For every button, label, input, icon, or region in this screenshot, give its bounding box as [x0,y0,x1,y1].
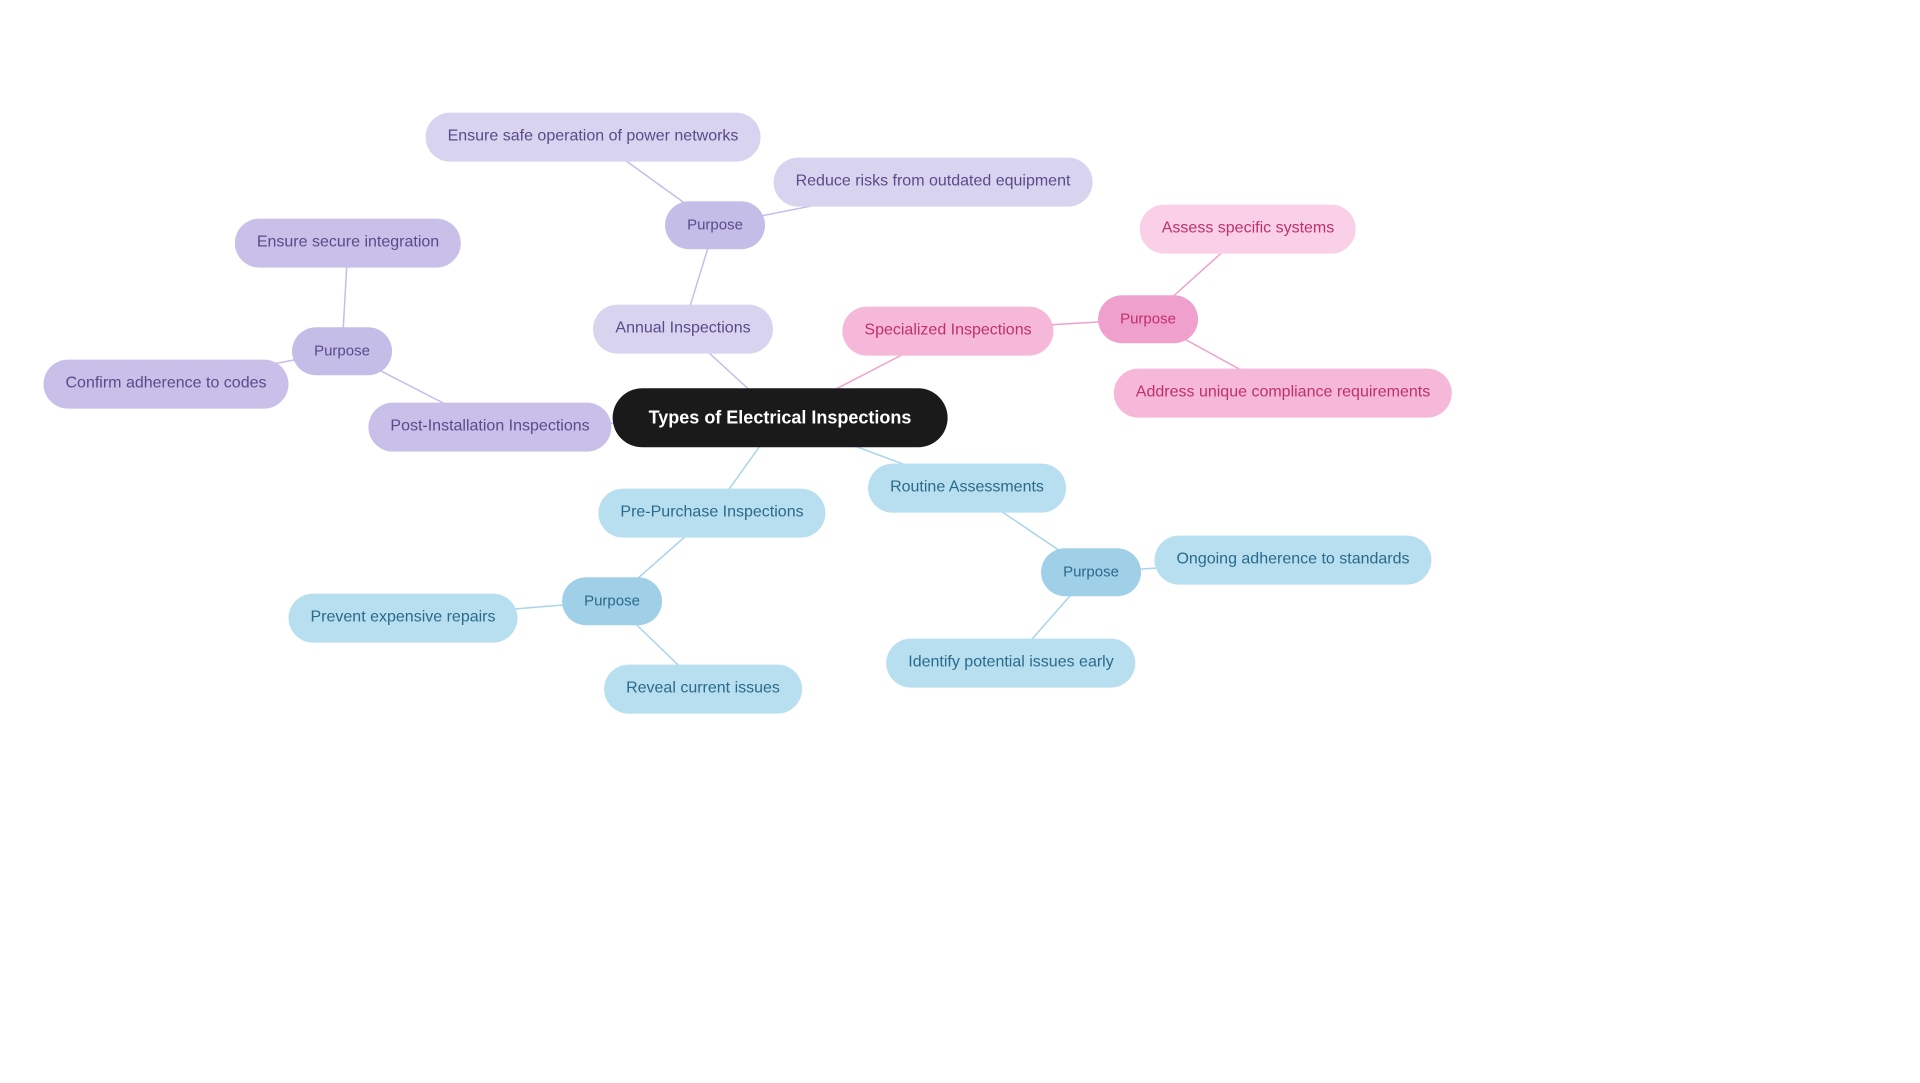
mindmap-canvas: Types of Electrical Inspections Annual I… [0,0,1920,1083]
post-install-codes-node[interactable]: Confirm adherence to codes [44,360,289,409]
pre-purchase-purpose-node[interactable]: Purpose [562,577,662,625]
specialized-assess-node[interactable]: Assess specific systems [1140,205,1356,254]
post-installation-node[interactable]: Post-Installation Inspections [368,403,611,452]
specialized-inspections-node[interactable]: Specialized Inspections [842,307,1053,356]
annual-safe-operation-node[interactable]: Ensure safe operation of power networks [426,113,761,162]
routine-purpose-node[interactable]: Purpose [1041,548,1141,596]
prevent-repairs-node[interactable]: Prevent expensive repairs [289,594,518,643]
post-install-secure-node[interactable]: Ensure secure integration [235,219,461,268]
post-install-purpose-node[interactable]: Purpose [292,327,392,375]
reveal-issues-node[interactable]: Reveal current issues [604,665,802,714]
center-node[interactable]: Types of Electrical Inspections [613,388,948,447]
pre-purchase-node[interactable]: Pre-Purchase Inspections [598,489,825,538]
routine-assessments-node[interactable]: Routine Assessments [868,464,1066,513]
identify-issues-node[interactable]: Identify potential issues early [886,639,1135,688]
annual-inspections-node[interactable]: Annual Inspections [593,305,773,354]
specialized-compliance-node[interactable]: Address unique compliance requirements [1114,369,1452,418]
annual-purpose-node[interactable]: Purpose [665,201,765,249]
annual-reduce-risks-node[interactable]: Reduce risks from outdated equipment [774,158,1093,207]
ongoing-adherence-node[interactable]: Ongoing adherence to standards [1154,536,1431,585]
specialized-purpose-node[interactable]: Purpose [1098,295,1198,343]
